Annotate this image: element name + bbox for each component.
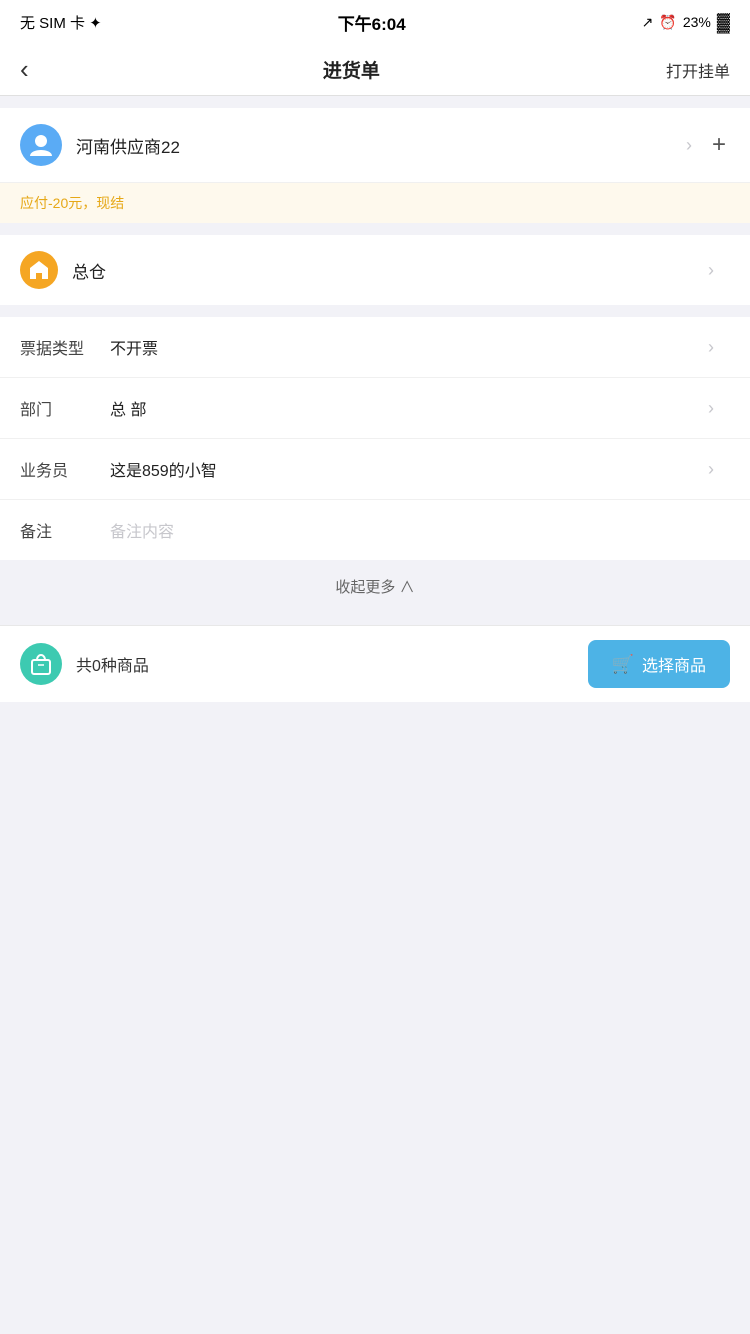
invoice-type-row[interactable]: 票据类型 不开票 › — [0, 317, 750, 378]
department-label: 部门 — [20, 396, 100, 420]
form-section: 票据类型 不开票 › 部门 总 部 › 业务员 这是859的小智 › 备注 备注… — [0, 317, 750, 560]
warehouse-icon-wrap — [20, 251, 58, 289]
product-count-label: 共0种商品 — [76, 652, 588, 676]
department-value: 总 部 — [100, 396, 708, 420]
page-title: 进货单 — [323, 56, 380, 83]
section-gap-product — [0, 613, 750, 625]
status-right: ↗ ⏰ 23% ▓ — [642, 12, 730, 33]
open-pending-button[interactable]: 打开挂单 — [666, 58, 730, 82]
supplier-row[interactable]: 河南供应商22 › + — [0, 108, 750, 183]
remark-input[interactable]: 备注内容 — [100, 518, 730, 542]
warehouse-name: 总仓 — [72, 258, 708, 283]
department-row[interactable]: 部门 总 部 › — [0, 378, 750, 439]
supplier-chevron-icon: › — [686, 135, 692, 156]
supplier-avatar — [20, 124, 62, 166]
product-bar: 共0种商品 🛒 选择商品 — [0, 625, 750, 702]
product-icon-wrap — [20, 643, 62, 685]
salesman-label: 业务员 — [20, 457, 100, 481]
invoice-type-chevron-icon: › — [708, 337, 714, 358]
location-icon: ↗ — [642, 14, 654, 31]
sim-label: 无 SIM 卡 ✦ — [20, 12, 102, 33]
warehouse-card[interactable]: 总仓 › — [0, 235, 750, 305]
select-product-button[interactable]: 🛒 选择商品 — [588, 640, 730, 688]
invoice-type-label: 票据类型 — [20, 335, 100, 359]
back-button[interactable]: ‹ — [20, 50, 37, 89]
supplier-card: 河南供应商22 › + 应付-20元，现结 — [0, 108, 750, 223]
person-icon — [28, 132, 54, 158]
invoice-type-value: 不开票 — [100, 335, 708, 359]
supplier-notice: 应付-20元，现结 — [0, 183, 750, 223]
select-product-label: 选择商品 — [642, 652, 706, 676]
cart-add-icon: 🛒 — [612, 654, 634, 675]
empty-area — [0, 702, 750, 1002]
status-left: 无 SIM 卡 ✦ — [20, 12, 102, 33]
salesman-row[interactable]: 业务员 这是859的小智 › — [0, 439, 750, 500]
warehouse-chevron-icon: › — [708, 260, 714, 281]
salesman-value: 这是859的小智 — [100, 457, 708, 481]
nav-bar: ‹ 进货单 打开挂单 — [0, 44, 750, 96]
remark-label: 备注 — [20, 518, 100, 542]
battery-icon: ▓ — [717, 12, 730, 33]
house-icon — [28, 259, 50, 281]
alarm-icon: ⏰ — [659, 14, 676, 31]
collapse-button[interactable]: 收起更多 ∧ — [0, 560, 750, 613]
status-bar: 无 SIM 卡 ✦ 下午6:04 ↗ ⏰ 23% ▓ — [0, 0, 750, 44]
add-supplier-button[interactable]: + — [708, 131, 730, 159]
salesman-chevron-icon: › — [708, 459, 714, 480]
section-gap-warehouse — [0, 223, 750, 235]
warehouse-row[interactable]: 总仓 › — [0, 235, 750, 305]
remark-row[interactable]: 备注 备注内容 — [0, 500, 750, 560]
main-content: 河南供应商22 › + 应付-20元，现结 总仓 › 票据类型 不开票 — [0, 96, 750, 1334]
department-chevron-icon: › — [708, 398, 714, 419]
status-time: 下午6:04 — [338, 10, 406, 35]
section-gap-top — [0, 96, 750, 108]
shopping-bag-icon — [29, 652, 53, 676]
supplier-name: 河南供应商22 — [76, 133, 686, 158]
section-gap-form — [0, 305, 750, 317]
battery-label: 23% — [683, 14, 711, 30]
